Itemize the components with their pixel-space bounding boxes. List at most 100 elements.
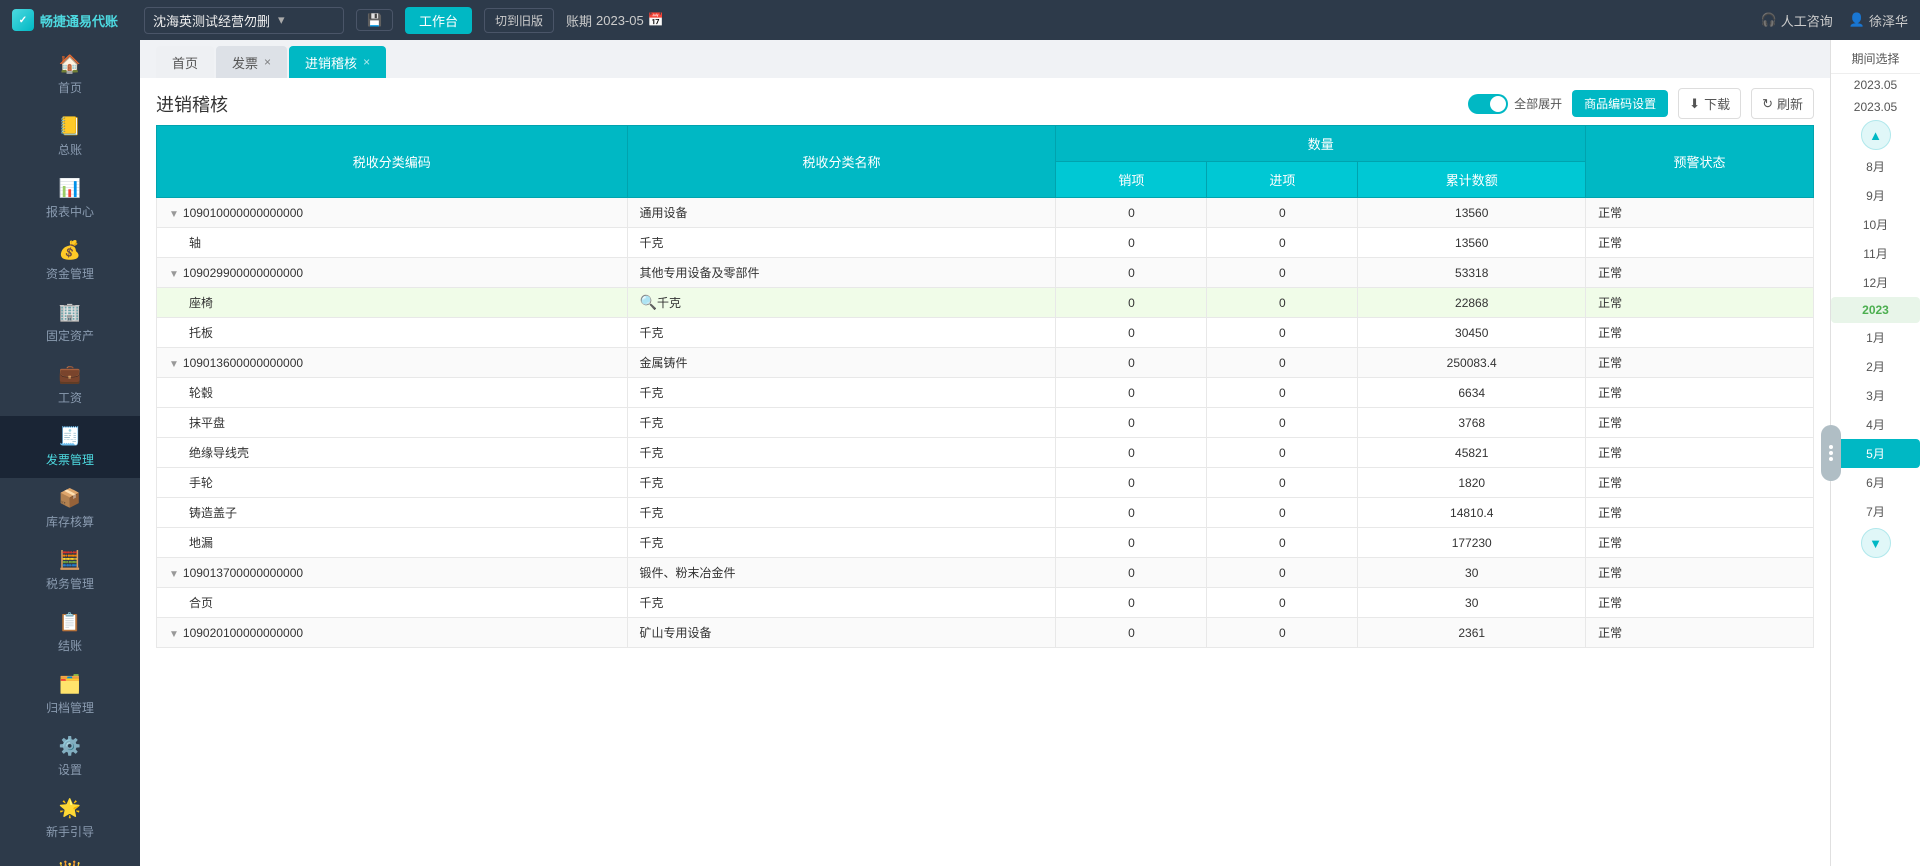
report-icon: 📊 — [59, 178, 81, 199]
calendar-icon[interactable]: 📅 — [648, 12, 664, 28]
row-sales: 0 — [1056, 588, 1207, 618]
period-month-item[interactable]: 11月 — [1831, 239, 1920, 268]
company-selector[interactable]: 沈海英测试经营勿删 ▾ — [144, 7, 344, 34]
toggle-track[interactable] — [1468, 94, 1508, 114]
row-purchase: 0 — [1207, 348, 1358, 378]
row-sales: 0 — [1056, 348, 1207, 378]
row-status: 正常 — [1586, 228, 1814, 258]
row-total: 30 — [1358, 588, 1586, 618]
col-status: 预警状态 — [1586, 126, 1814, 198]
tab-home[interactable]: 首页 — [156, 46, 214, 78]
table-wrapper: 税收分类编码 税收分类名称 数量 预警状态 销项 进项 累计数额 ▼1090 — [140, 125, 1830, 866]
row-status: 正常 — [1586, 498, 1814, 528]
sidebar-item-tax[interactable]: 🧮 税务管理 — [0, 540, 140, 602]
period-month-item[interactable]: 9月 — [1831, 181, 1920, 210]
sidebar-item-capital[interactable]: 💰 资金管理 — [0, 230, 140, 292]
page-title: 进销稽核 — [156, 91, 228, 117]
sidebar-item-salary[interactable]: 💼 工资 — [0, 354, 140, 416]
panel-toggle[interactable] — [1821, 425, 1841, 481]
period-month-item[interactable]: 12月 — [1831, 268, 1920, 297]
sidebar-label-inventory: 库存核算 — [46, 513, 94, 530]
row-code: 合页 — [157, 588, 628, 618]
sidebar-item-settings[interactable]: ⚙️ 设置 — [0, 726, 140, 788]
row-total: 2361 — [1358, 618, 1586, 648]
row-unit: 千克 — [627, 498, 1056, 528]
switch-version-button[interactable]: 切到旧版 — [484, 8, 554, 33]
period-display: 账期 2023-05 📅 — [566, 11, 664, 30]
logo-icon: ✓ — [12, 9, 34, 31]
table-row: 托板 千克 0 0 30450 正常 — [157, 318, 1814, 348]
row-code: 座椅 — [157, 288, 628, 318]
row-unit: 🔍千克 — [627, 288, 1056, 318]
sidebar-item-guide[interactable]: 🌟 新手引导 — [0, 788, 140, 850]
period-month-item[interactable]: 4月 — [1831, 410, 1920, 439]
row-status: 正常 — [1586, 438, 1814, 468]
sidebar-item-vip[interactable]: 👑 畅会员 — [0, 850, 140, 866]
period-month-item[interactable]: 5月 — [1831, 439, 1920, 468]
settings-icon: ⚙️ — [59, 736, 81, 757]
period-year-top2: 2023.05 — [1854, 96, 1897, 118]
user-icon: 👤 — [1849, 12, 1865, 28]
sidebar-item-invoice[interactable]: 🧾 发票管理 — [0, 416, 140, 478]
sidebar-label-tax: 税务管理 — [46, 575, 94, 592]
sidebar-item-archive[interactable]: 🗂️ 归档管理 — [0, 664, 140, 726]
row-code: 绝缘导线壳 — [157, 438, 628, 468]
tab-invoice[interactable]: 发票 × — [216, 46, 287, 78]
row-status: 正常 — [1586, 618, 1814, 648]
period-month-item[interactable]: 1月 — [1831, 323, 1920, 352]
sidebar-item-inventory[interactable]: 📦 库存核算 — [0, 478, 140, 540]
user-profile[interactable]: 👤 徐泽华 — [1849, 11, 1908, 30]
row-sales: 0 — [1056, 498, 1207, 528]
refresh-icon: ↻ — [1762, 96, 1773, 112]
user-name: 徐泽华 — [1869, 11, 1908, 30]
period-up-arrow[interactable]: ▲ — [1861, 120, 1891, 150]
sidebar-label-invoice: 发票管理 — [46, 451, 94, 468]
sidebar-label-settle: 结账 — [58, 637, 82, 654]
sidebar-item-ledger[interactable]: 📒 总账 — [0, 106, 140, 168]
workbench-button[interactable]: 工作台 — [405, 7, 472, 34]
row-code: 托板 — [157, 318, 628, 348]
row-name: 矿山专用设备 — [627, 618, 1056, 648]
sidebar-item-asset[interactable]: 🏢 固定资产 — [0, 292, 140, 354]
table-row: 座椅 🔍千克 0 0 22868 正常 — [157, 288, 1814, 318]
period-month-item[interactable]: 8月 — [1831, 152, 1920, 181]
row-code: 铸造盖子 — [157, 498, 628, 528]
tab-invoice-close[interactable]: × — [264, 55, 271, 69]
sidebar-item-report[interactable]: 📊 报表中心 — [0, 168, 140, 230]
row-unit: 千克 — [627, 588, 1056, 618]
row-purchase: 0 — [1207, 558, 1358, 588]
sidebar-item-settle[interactable]: 📋 结账 — [0, 602, 140, 664]
download-button[interactable]: ⬇ 下载 — [1678, 88, 1741, 119]
period-month-item[interactable]: 2023 — [1831, 297, 1920, 323]
period-month-item[interactable]: 7月 — [1831, 497, 1920, 526]
code-setting-button[interactable]: 商品编码设置 — [1572, 90, 1668, 117]
period-down-arrow[interactable]: ▼ — [1861, 528, 1891, 558]
row-status: 正常 — [1586, 588, 1814, 618]
col-total: 累计数额 — [1358, 162, 1586, 198]
row-total: 53318 — [1358, 258, 1586, 288]
save-button[interactable]: 💾 — [356, 9, 393, 31]
period-month-item[interactable]: 10月 — [1831, 210, 1920, 239]
table-row: 轴 千克 0 0 13560 正常 — [157, 228, 1814, 258]
row-purchase: 0 — [1207, 378, 1358, 408]
tab-reconcile[interactable]: 进销稽核 × — [289, 46, 386, 78]
support-link[interactable]: 🎧 人工咨询 — [1761, 11, 1833, 30]
row-purchase: 0 — [1207, 618, 1358, 648]
row-search-icon[interactable]: 🔍 — [640, 294, 657, 310]
expand-toggle[interactable]: 全部展开 — [1468, 94, 1562, 114]
period-month-item[interactable]: 6月 — [1831, 468, 1920, 497]
period-year-top1: 2023.05 — [1854, 74, 1897, 96]
guide-icon: 🌟 — [59, 798, 81, 819]
refresh-button[interactable]: ↻ 刷新 — [1751, 88, 1814, 119]
tab-reconcile-close[interactable]: × — [363, 55, 370, 69]
sidebar-item-home[interactable]: 🏠 首页 — [0, 44, 140, 106]
sidebar-label-salary: 工资 — [58, 389, 82, 406]
support-label: 人工咨询 — [1781, 11, 1833, 30]
period-month-item[interactable]: 3月 — [1831, 381, 1920, 410]
period-month-item[interactable]: 2月 — [1831, 352, 1920, 381]
row-purchase: 0 — [1207, 288, 1358, 318]
row-unit: 千克 — [627, 468, 1056, 498]
months-container: 8月9月10月11月12月20231月2月3月4月5月6月7月 — [1831, 152, 1920, 526]
period-label: 账期 — [566, 11, 592, 30]
row-code: 地漏 — [157, 528, 628, 558]
